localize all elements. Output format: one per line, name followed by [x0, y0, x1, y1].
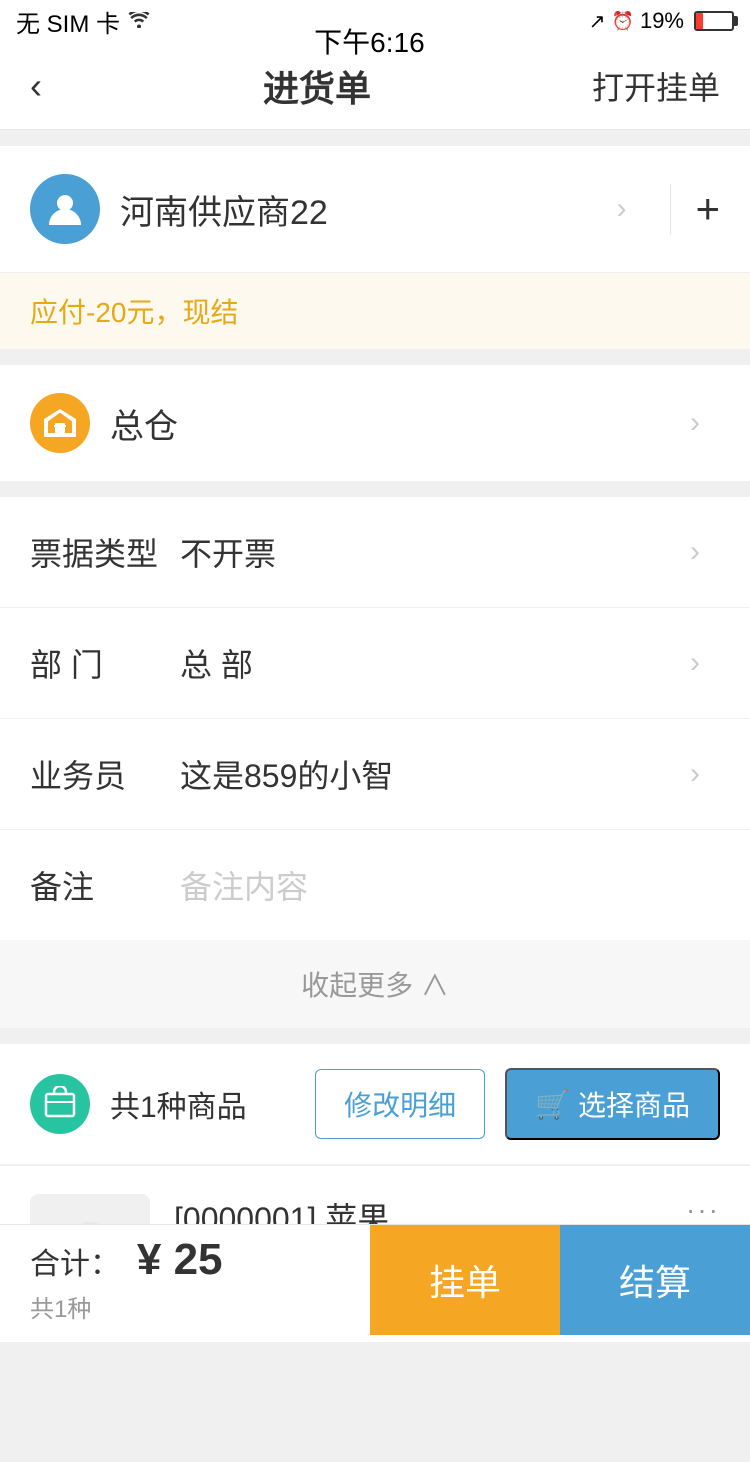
collapse-label: 收起更多 ∧	[301, 964, 449, 1004]
status-time: 下午6:16	[314, 21, 425, 61]
hang-button[interactable]: 挂单	[370, 1225, 560, 1335]
wifi-icon	[128, 7, 150, 35]
status-right: ↗ ⏰ 19%	[589, 8, 734, 34]
section-gap-4	[0, 1028, 750, 1044]
invoice-chevron-icon: ›	[690, 535, 700, 569]
add-supplier-button[interactable]: +	[695, 188, 720, 230]
open-hang-button[interactable]: 打开挂单	[592, 63, 720, 109]
bottom-bar: 合计： ¥ 25 共1种 挂单 结算	[0, 1224, 750, 1334]
notice-bar: 应付-20元，现结	[0, 273, 750, 349]
supplier-name: 河南供应商22	[120, 185, 616, 234]
salesperson-value: 这是859的小智	[160, 751, 690, 797]
more-options-button[interactable]: ···	[686, 1194, 720, 1226]
status-bar: 无 SIM 卡 下午6:16 ↗ ⏰ 19%	[0, 0, 750, 42]
page-title: 进货单	[263, 60, 371, 112]
form-section: 票据类型 不开票 › 部 门 总 部 › 业务员 这是859的小智 › 备注 备…	[0, 497, 750, 940]
checkout-button[interactable]: 结算	[560, 1225, 750, 1335]
supplier-row[interactable]: 河南供应商22 › +	[0, 146, 750, 273]
select-product-button[interactable]: 🛒 选择商品	[505, 1068, 720, 1140]
warehouse-label: 总仓	[110, 399, 690, 448]
bottom-spacer	[0, 1342, 750, 1462]
salesperson-label: 业务员	[30, 751, 160, 797]
total-section: 合计： ¥ 25 共1种	[0, 1235, 370, 1324]
divider	[670, 184, 671, 234]
battery-icon	[694, 11, 734, 31]
form-row-dept[interactable]: 部 门 总 部 ›	[0, 608, 750, 719]
carrier-label: 无 SIM 卡	[16, 4, 120, 39]
alarm-icon: ⏰	[612, 11, 634, 32]
section-gap-2	[0, 349, 750, 365]
edit-detail-button[interactable]: 修改明细	[315, 1069, 485, 1139]
supplier-section: 河南供应商22 › + 应付-20元，现结	[0, 146, 750, 349]
notice-text: 应付-20元，现结	[30, 297, 238, 328]
back-button[interactable]: ‹	[30, 65, 42, 107]
status-left: 无 SIM 卡	[16, 4, 150, 39]
product-count-icon	[30, 1074, 90, 1134]
checkout-label: 结算	[619, 1254, 691, 1306]
total-amount: ¥ 25	[137, 1235, 223, 1284]
total-label: 合计：	[30, 1248, 120, 1281]
invoice-value: 不开票	[160, 529, 690, 575]
note-placeholder: 备注内容	[160, 862, 720, 908]
select-product-icon: 🛒	[535, 1088, 570, 1121]
dept-label: 部 门	[30, 640, 160, 686]
battery-percent: 19%	[640, 8, 684, 34]
form-row-salesperson[interactable]: 业务员 这是859的小智 ›	[0, 719, 750, 830]
collapse-bar[interactable]: 收起更多 ∧	[0, 940, 750, 1028]
select-product-label: 选择商品	[578, 1084, 690, 1124]
product-header: 共1种商品 修改明细 🛒 选择商品	[0, 1044, 750, 1164]
dept-chevron-icon: ›	[690, 646, 700, 680]
invoice-label: 票据类型	[30, 529, 160, 575]
warehouse-chevron-icon: ›	[690, 406, 700, 440]
supplier-chevron-icon: ›	[616, 192, 626, 226]
section-gap-1	[0, 130, 750, 146]
location-icon: ↗	[589, 9, 606, 34]
warehouse-icon	[30, 393, 90, 453]
salesperson-chevron-icon: ›	[690, 757, 700, 791]
total-count: 共1种	[30, 1289, 340, 1324]
form-row-invoice[interactable]: 票据类型 不开票 ›	[0, 497, 750, 608]
section-gap-3	[0, 481, 750, 497]
supplier-avatar	[30, 174, 100, 244]
warehouse-row[interactable]: 总仓 ›	[0, 365, 750, 481]
warehouse-section: 总仓 ›	[0, 365, 750, 481]
note-label: 备注	[30, 862, 160, 908]
product-count-label: 共1种商品	[110, 1082, 295, 1126]
dept-value: 总 部	[160, 640, 690, 686]
hang-label: 挂单	[429, 1254, 501, 1306]
form-row-note[interactable]: 备注 备注内容	[0, 830, 750, 940]
